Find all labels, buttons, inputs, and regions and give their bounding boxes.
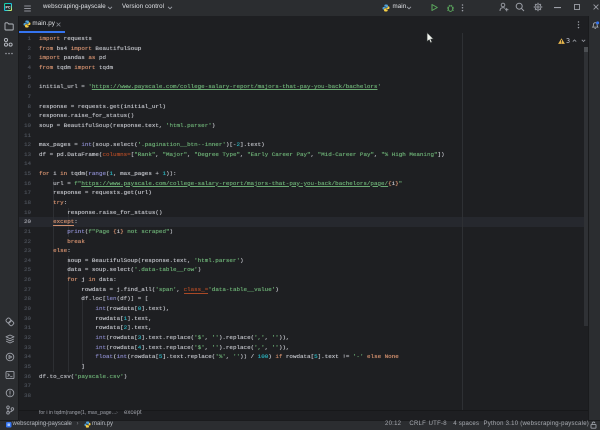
svg-text:PC: PC	[6, 6, 11, 10]
